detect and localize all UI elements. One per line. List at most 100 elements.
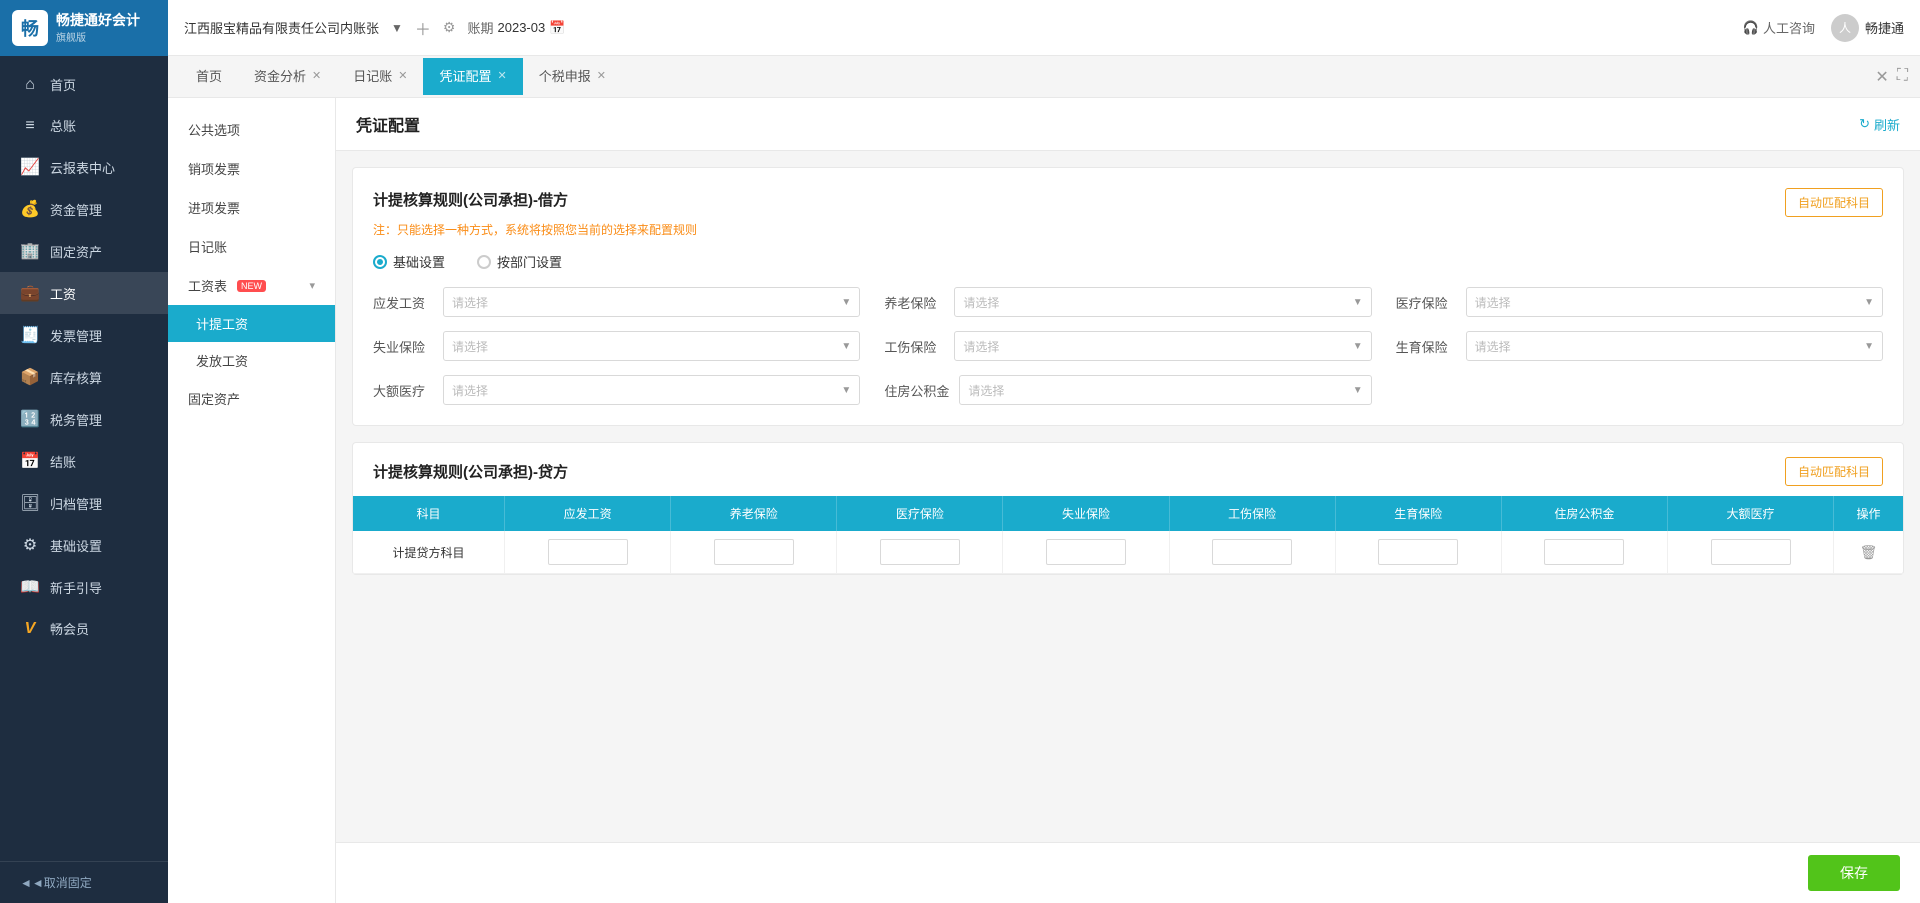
select-yingfa[interactable]: 请选择 ▼: [443, 287, 860, 317]
select-shengyu[interactable]: 请选择 ▼: [1466, 331, 1883, 361]
sidebar-item-guide[interactable]: 📖 新手引导: [0, 566, 168, 608]
calendar-icon[interactable]: 📅: [549, 20, 565, 36]
select-yiliao[interactable]: 请选择 ▼: [1466, 287, 1883, 317]
radio-basic[interactable]: 基础设置: [373, 252, 445, 271]
select-zhufang[interactable]: 请选择 ▼: [959, 375, 1371, 405]
select-yingfa-placeholder: 请选择: [452, 294, 488, 311]
tab-home-label: 首页: [196, 66, 222, 85]
td-shengyu[interactable]: [1335, 531, 1501, 574]
input-yingfa[interactable]: [548, 539, 628, 565]
tab-fund-analysis-label: 资金分析: [254, 66, 306, 85]
td-shiye[interactable]: [1003, 531, 1169, 574]
maximize-icon[interactable]: ⛶: [1897, 67, 1908, 87]
sidebar-item-inventory[interactable]: 📦 库存核算: [0, 356, 168, 398]
submenu-sub-label: 计提工资: [196, 317, 248, 332]
submenu-item-public[interactable]: 公共选项: [168, 110, 335, 149]
tab-tax-report-label: 个税申报: [539, 66, 591, 85]
submenu-item-salary-sheet[interactable]: 工资表 NEW ▾: [168, 266, 335, 305]
tab-close-icon[interactable]: ✕: [312, 69, 321, 82]
input-gongshang[interactable]: [1212, 539, 1292, 565]
cancel-fixed-label: ◄◄取消固定: [20, 874, 92, 891]
tab-tax-report[interactable]: 个税申报 ✕: [523, 58, 622, 95]
tab-close-icon[interactable]: ✕: [597, 69, 606, 82]
input-yiliao[interactable]: [880, 539, 960, 565]
tab-home[interactable]: 首页: [180, 58, 238, 95]
sidebar-item-archive[interactable]: 🗄 归档管理: [0, 482, 168, 524]
auto-match-debit-button[interactable]: 自动匹配科目: [1785, 188, 1883, 217]
period-value: 2023-03: [498, 20, 546, 35]
select-yanglao[interactable]: 请选择 ▼: [954, 287, 1371, 317]
submenu-label: 公共选项: [188, 120, 240, 139]
expand-icon[interactable]: ▾: [309, 279, 315, 292]
tab-close-icon[interactable]: ✕: [398, 69, 407, 82]
headset-icon: 🎧: [1743, 20, 1759, 36]
select-daejiliao-placeholder: 请选择: [452, 382, 488, 399]
form-row-yanglao: 养老保险 请选择 ▼: [884, 287, 1371, 317]
submenu-item-pay-salary[interactable]: 发放工资: [168, 342, 335, 379]
refresh-button[interactable]: ↻ 刷新: [1859, 115, 1900, 134]
refresh-label: 刷新: [1874, 115, 1900, 134]
td-action[interactable]: 🗑: [1834, 531, 1903, 574]
submenu-item-fixed-assets[interactable]: 固定资产: [168, 379, 335, 418]
radio-basic-label: 基础设置: [393, 252, 445, 271]
sidebar-item-assets[interactable]: 🏢 固定资产: [0, 230, 168, 272]
sidebar-item-tax[interactable]: 🔢 税务管理: [0, 398, 168, 440]
form-row-shiye: 失业保险 请选择 ▼: [373, 331, 860, 361]
service-button[interactable]: 🎧 人工咨询: [1743, 18, 1815, 37]
submenu-item-sales-invoice[interactable]: 销项发票: [168, 149, 335, 188]
sidebar-item-ledger[interactable]: ≡ 总账: [0, 105, 168, 146]
select-shiye[interactable]: 请选择 ▼: [443, 331, 860, 361]
th-shengyu: 生育保险: [1335, 496, 1501, 531]
th-yiliao: 医疗保险: [837, 496, 1003, 531]
td-gongshang[interactable]: [1169, 531, 1335, 574]
select-shengyu-placeholder: 请选择: [1475, 338, 1511, 355]
save-button[interactable]: 保存: [1808, 855, 1900, 891]
td-yanglao[interactable]: [671, 531, 837, 574]
input-daejiliao[interactable]: [1711, 539, 1791, 565]
add-button[interactable]: ＋: [415, 16, 431, 40]
td-yingfa[interactable]: [505, 531, 671, 574]
sidebar-item-closing[interactable]: 📅 结账: [0, 440, 168, 482]
input-shiye[interactable]: [1046, 539, 1126, 565]
tab-close-icon[interactable]: ✕: [498, 69, 507, 82]
tab-journal[interactable]: 日记账 ✕: [337, 58, 423, 95]
sidebar-item-settings[interactable]: ⚙ 基础设置: [0, 524, 168, 566]
radio-department[interactable]: 按部门设置: [477, 252, 562, 271]
submenu-item-accrual-salary[interactable]: 计提工资: [168, 305, 335, 342]
user-info[interactable]: 人 畅捷通: [1831, 14, 1904, 42]
form-row-shengyu: 生育保险 请选择 ▼: [1396, 331, 1883, 361]
tab-fund-analysis[interactable]: 资金分析 ✕: [238, 58, 337, 95]
tab-voucher-config[interactable]: 凭证配置 ✕: [423, 58, 522, 95]
delete-row-icon[interactable]: 🗑: [1860, 544, 1878, 560]
company-dropdown-icon[interactable]: ▼: [391, 21, 403, 35]
sidebar-item-vip[interactable]: V 畅会员: [0, 608, 168, 649]
sidebar-item-invoice[interactable]: 🧾 发票管理: [0, 314, 168, 356]
sidebar-item-salary[interactable]: 💼 工资: [0, 272, 168, 314]
submenu-label: 日记账: [188, 237, 227, 256]
settings-gear-icon[interactable]: ⚙: [443, 19, 456, 36]
auto-match-credit-button[interactable]: 自动匹配科目: [1785, 457, 1883, 486]
tab-voucher-config-label: 凭证配置: [439, 66, 491, 85]
period-label: 账期: [467, 18, 493, 37]
reports-icon: 📈: [20, 157, 40, 177]
submenu-item-purchase-invoice[interactable]: 进项发票: [168, 188, 335, 227]
close-tab-icon[interactable]: ✕: [1875, 67, 1888, 87]
select-gongshang[interactable]: 请选择 ▼: [954, 331, 1371, 361]
td-zhufang[interactable]: [1501, 531, 1667, 574]
select-yanglao-placeholder: 请选择: [963, 294, 999, 311]
input-zhufang[interactable]: [1544, 539, 1624, 565]
home-icon: ⌂: [20, 76, 40, 94]
sidebar-item-reports[interactable]: 📈 云报表中心: [0, 146, 168, 188]
panel-header: 凭证配置 ↻ 刷新: [336, 98, 1920, 151]
select-zhufang-placeholder: 请选择: [968, 382, 1004, 399]
select-daejiliao[interactable]: 请选择 ▼: [443, 375, 860, 405]
td-yiliao[interactable]: [837, 531, 1003, 574]
submenu-item-journal[interactable]: 日记账: [168, 227, 335, 266]
sidebar-item-funds[interactable]: 💰 资金管理: [0, 188, 168, 230]
td-daejiliao[interactable]: [1667, 531, 1833, 574]
cancel-fixed-button[interactable]: ◄◄取消固定: [0, 861, 168, 903]
avatar: 人: [1831, 14, 1859, 42]
input-yanglao[interactable]: [714, 539, 794, 565]
input-shengyu[interactable]: [1378, 539, 1458, 565]
sidebar-item-home[interactable]: ⌂ 首页: [0, 64, 168, 105]
